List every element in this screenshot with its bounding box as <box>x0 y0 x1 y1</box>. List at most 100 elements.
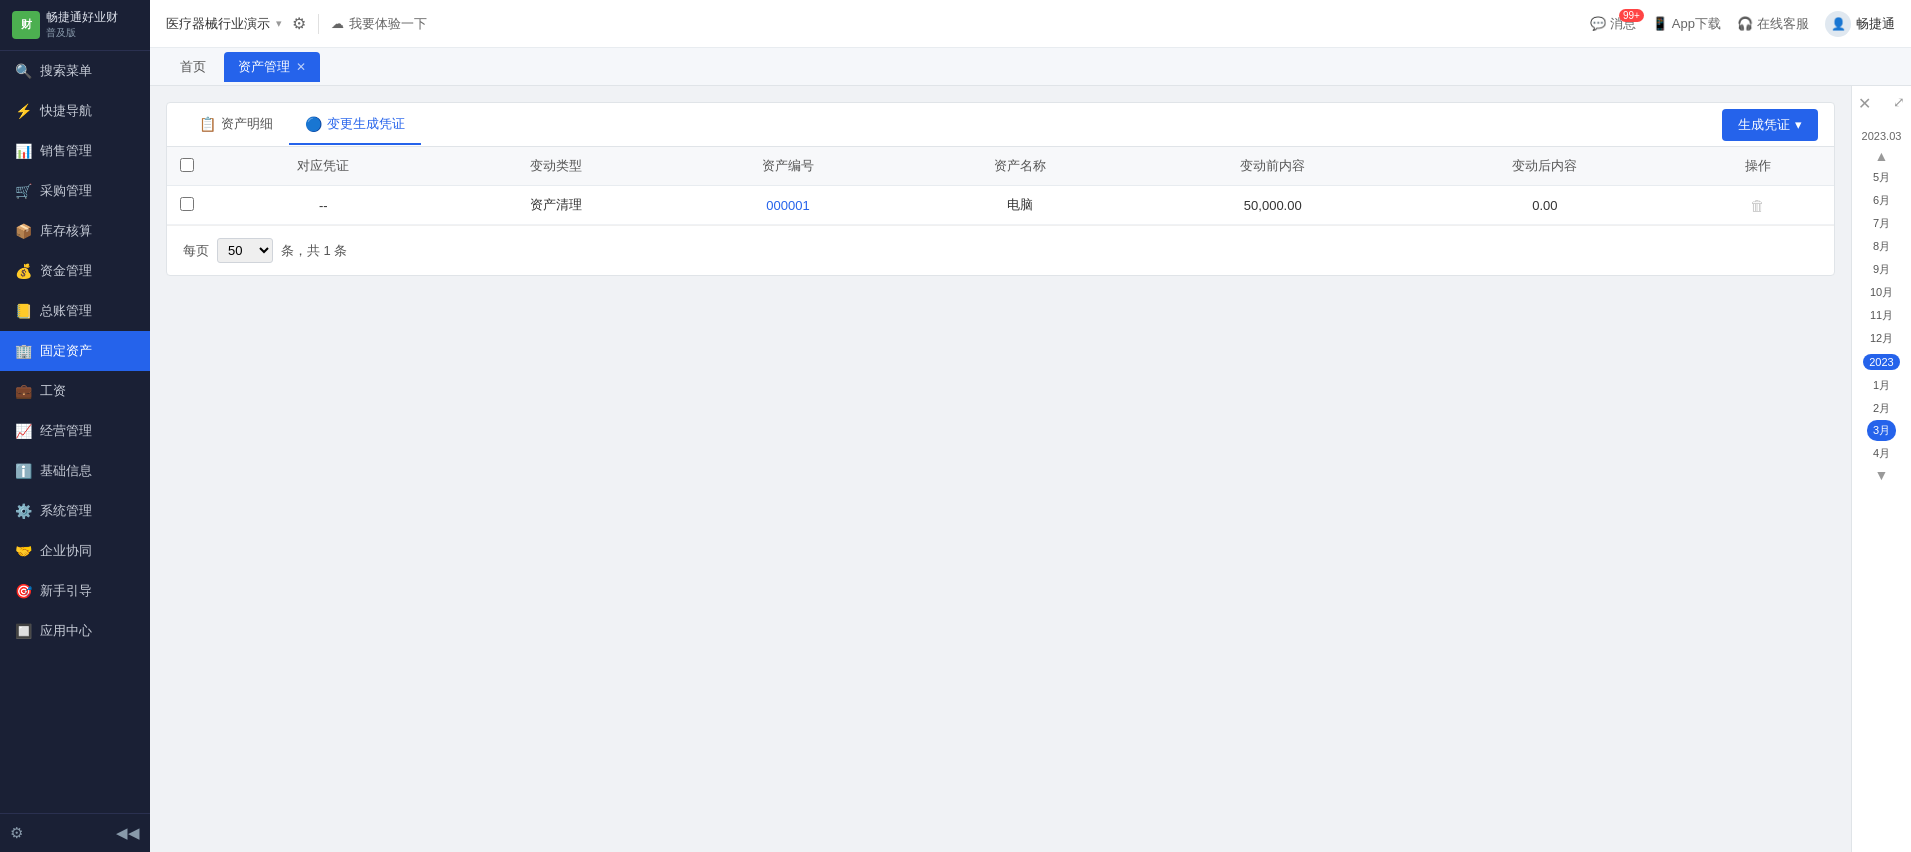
table-header: 对应凭证 变动类型 资产编号 资产名称 变动前内容 变动后内容 操作 <box>167 147 1834 186</box>
settings-icon[interactable]: ⚙ <box>10 824 23 842</box>
customer-service-btn[interactable]: 🎧 在线客服 <box>1737 15 1809 33</box>
asset-detail-icon: 📋 <box>199 116 216 132</box>
row-after-change: 0.00 <box>1409 186 1681 225</box>
sidebar-nav: 🔍搜索菜单 ⚡ 快捷导航 📊销售管理 🛒 采购管理 📦库存核算 💰 资金管理 📒 总账管理 🏢固定资产… <box>0 51 150 813</box>
sidebar-item-label: 采购管理 <box>40 182 92 200</box>
tab-home[interactable]: 首页 <box>166 52 220 82</box>
total-count: 条，共 1 条 <box>281 242 347 260</box>
app-download-btn[interactable]: 📱 App下载 <box>1652 15 1721 33</box>
table-body: -- 资产清理 000001 电脑 50,000.00 0.00 🗑 <box>167 186 1834 225</box>
search-icon: 🔍 <box>14 62 32 80</box>
guide-icon: 🎯 <box>14 582 32 600</box>
month-item[interactable]: 2月 <box>1867 397 1896 420</box>
sidebar-item-fixed-assets[interactable]: 🏢固定资产 <box>0 331 150 371</box>
asset-change-table: 对应凭证 变动类型 资产编号 资产名称 变动前内容 变动后内容 操作 <box>167 147 1834 225</box>
sub-tab-change-voucher[interactable]: 🔵 变更生成凭证 <box>289 105 421 145</box>
sidebar-item-quick-nav[interactable]: ⚡ 快捷导航 <box>0 91 150 131</box>
sidebar-item-purchase[interactable]: 🛒 采购管理 <box>0 171 150 211</box>
month-item[interactable]: 11月 <box>1870 304 1893 327</box>
experience-label: 我要体验一下 <box>349 15 427 33</box>
app-edition: 普及版 <box>46 26 118 40</box>
sidebar-item-label: 基础信息 <box>40 462 92 480</box>
panel-expand-icon[interactable]: ⤢ <box>1893 94 1905 110</box>
row-checkbox[interactable] <box>180 197 194 211</box>
table-container: 对应凭证 变动类型 资产编号 资产名称 变动前内容 变动后内容 操作 <box>167 147 1834 225</box>
sidebar-item-label: 快捷导航 <box>40 102 92 120</box>
sidebar: 财 畅捷通好业财 普及版 🔍搜索菜单 ⚡ 快捷导航 📊销售管理 🛒 采购管理 📦库存核算 💰 资… <box>0 0 150 852</box>
finance-icon: 💰 <box>14 262 32 280</box>
sidebar-item-ledger[interactable]: 📒 总账管理 <box>0 291 150 331</box>
month-item[interactable]: 5月 <box>1870 166 1893 189</box>
sidebar-item-app-center[interactable]: 🔲应用中心 <box>0 611 150 651</box>
company-selector[interactable]: 医疗器械行业演示 ▾ <box>166 15 282 33</box>
select-all-checkbox[interactable] <box>180 158 194 172</box>
company-chevron-icon: ▾ <box>276 17 282 30</box>
generate-voucher-btn[interactable]: 生成凭证 ▾ <box>1722 109 1818 141</box>
month-item[interactable]: 4月 <box>1867 442 1896 465</box>
user-menu[interactable]: 👤 畅捷通 <box>1825 11 1895 37</box>
delete-icon[interactable]: 🗑 <box>1750 197 1765 214</box>
row-before-change: 50,000.00 <box>1137 186 1409 225</box>
sidebar-footer: ⚙ ◀◀ <box>0 813 150 852</box>
purchase-icon: 🛒 <box>14 182 32 200</box>
th-before-change: 变动前内容 <box>1137 147 1409 186</box>
panel-year-label: 2023.03 <box>1862 130 1902 142</box>
generate-voucher-label: 生成凭证 <box>1738 116 1790 134</box>
month-item[interactable]: 7月 <box>1870 212 1893 235</box>
nav-items: 🔍搜索菜单 ⚡ 快捷导航 📊销售管理 🛒 采购管理 📦库存核算 💰 资金管理 📒 总账管理 🏢固定资产… <box>0 51 150 651</box>
row-asset-code: 000001 <box>672 186 904 225</box>
month-item[interactable]: 10月 <box>1870 281 1893 304</box>
month-item[interactable]: 9月 <box>1870 258 1893 281</box>
experience-btn[interactable]: ☁ 我要体验一下 <box>331 15 427 33</box>
tab-close-icon[interactable]: ✕ <box>296 60 306 74</box>
sidebar-item-label: 应用中心 <box>40 622 92 640</box>
month-item[interactable]: 8月 <box>1870 235 1893 258</box>
company-gear-icon[interactable]: ⚙ <box>292 14 306 33</box>
sidebar-item-label: 总账管理 <box>40 302 92 320</box>
quick-nav-icon: ⚡ <box>14 102 32 120</box>
sidebar-item-inventory[interactable]: 📦库存核算 <box>0 211 150 251</box>
month-item[interactable]: 3月 <box>1867 420 1896 441</box>
sidebar-logo: 财 畅捷通好业财 普及版 <box>0 0 150 51</box>
row-checkbox-cell <box>167 186 207 225</box>
sidebar-item-sales[interactable]: 📊销售管理 <box>0 131 150 171</box>
ledger-icon: 📒 <box>14 302 32 320</box>
company-name: 医疗器械行业演示 <box>166 15 270 33</box>
row-asset-name: 电脑 <box>904 186 1136 225</box>
month-item[interactable]: 6月 <box>1870 189 1893 212</box>
sidebar-item-basic-info[interactable]: ℹ️基础信息 <box>0 451 150 491</box>
sidebar-item-enterprise[interactable]: 🤝企业协同 <box>0 531 150 571</box>
page-size-select[interactable]: 10 20 50 100 <box>217 238 273 263</box>
months-current: 1月2月3月4月 <box>1867 374 1896 465</box>
row-voucher: -- <box>207 186 439 225</box>
panel-top-area: 2023.03 ▲ 5月6月7月8月9月10月11月12月 2023 1月2月3… <box>1852 94 1911 485</box>
months-before: 5月6月7月8月9月10月11月12月 <box>1870 166 1893 350</box>
sidebar-item-management[interactable]: 📈经营管理 <box>0 411 150 451</box>
month-item[interactable]: 12月 <box>1870 327 1893 350</box>
notifications-btn[interactable]: 💬 消息 99+ <box>1590 15 1636 33</box>
user-avatar: 👤 <box>1825 11 1851 37</box>
scroll-down-btn[interactable]: ▼ <box>1875 465 1889 485</box>
sidebar-item-label: 资金管理 <box>40 262 92 280</box>
management-icon: 📈 <box>14 422 32 440</box>
sidebar-item-finance[interactable]: 💰 资金管理 <box>0 251 150 291</box>
experience-cloud-icon: ☁ <box>331 16 344 31</box>
month-item[interactable]: 1月 <box>1867 374 1896 397</box>
panel-close-icon[interactable]: ✕ <box>1858 94 1871 113</box>
inventory-icon: 📦 <box>14 222 32 240</box>
sidebar-item-payroll[interactable]: 💼工资 <box>0 371 150 411</box>
sidebar-item-system[interactable]: ⚙️系统管理 <box>0 491 150 531</box>
sub-tab-asset-detail[interactable]: 📋 资产明细 <box>183 105 289 145</box>
sidebar-item-guide[interactable]: 🎯新手引导 <box>0 571 150 611</box>
tab-asset-management[interactable]: 资产管理 ✕ <box>224 52 320 82</box>
scroll-up-btn[interactable]: ▲ <box>1875 146 1889 166</box>
year-badge[interactable]: 2023 <box>1863 354 1899 370</box>
sub-tab-asset-detail-label: 资产明细 <box>221 115 273 133</box>
collapse-icon[interactable]: ◀◀ <box>116 824 140 842</box>
notifications-icon: 💬 <box>1590 16 1606 31</box>
th-after-change: 变动后内容 <box>1409 147 1681 186</box>
sidebar-item-label: 企业协同 <box>40 542 92 560</box>
sidebar-item-search[interactable]: 🔍搜索菜单 <box>0 51 150 91</box>
customer-service-icon: 🎧 <box>1737 16 1753 31</box>
th-checkbox <box>167 147 207 186</box>
